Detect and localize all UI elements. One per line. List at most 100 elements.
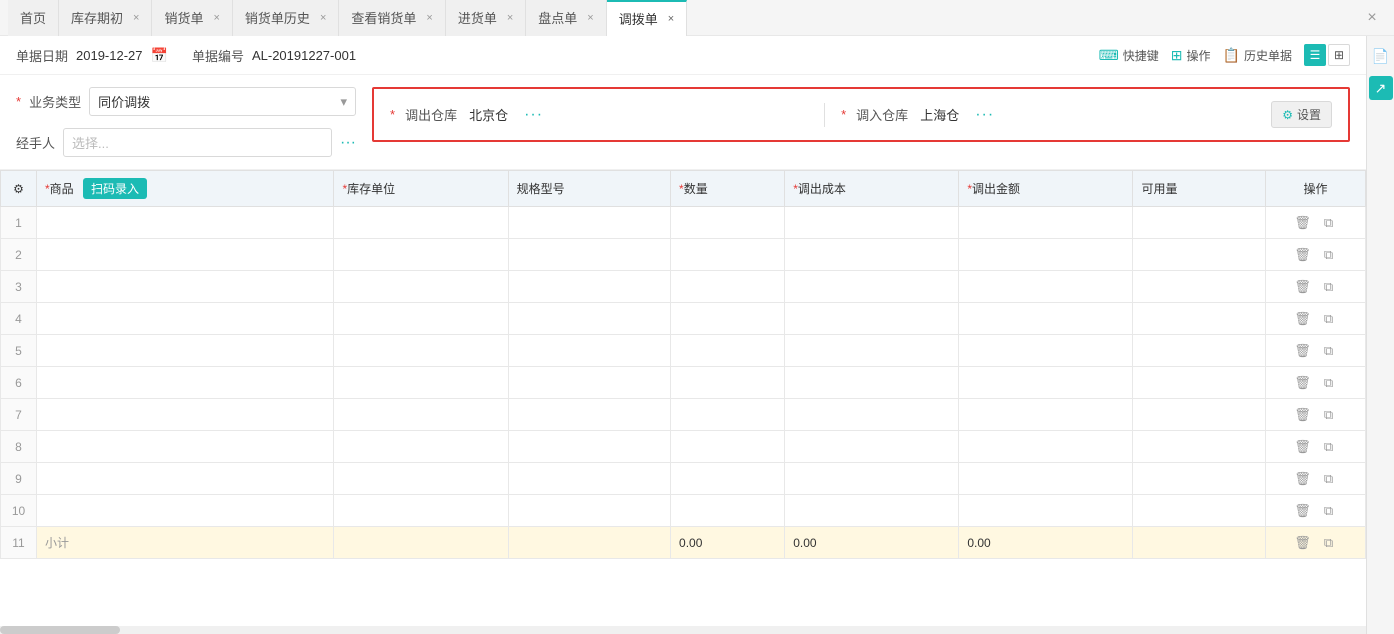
tab-view-sales[interactable]: 查看销货单 × <box>339 0 445 36</box>
row-available-6[interactable] <box>1133 367 1266 399</box>
row-spec-5[interactable] <box>508 335 670 367</box>
out-warehouse-more-icon[interactable]: ··· <box>524 106 543 124</box>
row-qty-3[interactable] <box>671 271 785 303</box>
tab-inventory-init[interactable]: 库存期初 × <box>59 0 152 36</box>
delete-icon-5[interactable]: 🗑 <box>1293 341 1313 361</box>
scroll-bar[interactable] <box>0 626 1366 634</box>
copy-icon-9[interactable]: ⧉ <box>1319 469 1339 489</box>
row-available-9[interactable] <box>1133 463 1266 495</box>
row-product-5[interactable] <box>37 335 334 367</box>
copy-icon-3[interactable]: ⧉ <box>1319 277 1339 297</box>
row-available-5[interactable] <box>1133 335 1266 367</box>
delete-icon-1[interactable]: 🗑 <box>1293 213 1313 233</box>
delete-icon-6[interactable]: 🗑 <box>1293 373 1313 393</box>
row-qty-7[interactable] <box>671 399 785 431</box>
row-qty-1[interactable] <box>671 207 785 239</box>
row-available-3[interactable] <box>1133 271 1266 303</box>
tab-sales-order[interactable]: 销货单 × <box>152 0 232 36</box>
row-product-3[interactable] <box>37 271 334 303</box>
handler-more-icon[interactable]: ··· <box>340 134 356 152</box>
close-tab-purchase[interactable]: × <box>507 12 513 24</box>
row-amount-8[interactable] <box>959 431 1133 463</box>
row-unit-5[interactable] <box>334 335 508 367</box>
delete-icon-2[interactable]: 🗑 <box>1293 245 1313 265</box>
close-tab-inventory-check[interactable]: × <box>587 12 593 24</box>
row-product-9[interactable] <box>37 463 334 495</box>
delete-icon-7[interactable]: 🗑 <box>1293 405 1313 425</box>
row-amount-10[interactable] <box>959 495 1133 527</box>
tab-transfer[interactable]: 调拨单 × <box>607 0 687 36</box>
row-product-1[interactable] <box>37 207 334 239</box>
row-product-10[interactable] <box>37 495 334 527</box>
business-type-select[interactable]: 同价调拨 ▾ <box>89 87 356 116</box>
row-cost-3[interactable] <box>785 271 959 303</box>
close-tab-sales-history[interactable]: × <box>320 12 326 24</box>
layout-list-icon[interactable]: ☰ <box>1304 44 1326 66</box>
copy-icon-4[interactable]: ⧉ <box>1319 309 1339 329</box>
row-qty-4[interactable] <box>671 303 785 335</box>
handler-select[interactable]: 选择... <box>63 128 332 157</box>
row-available-7[interactable] <box>1133 399 1266 431</box>
row-qty-8[interactable] <box>671 431 785 463</box>
row-spec-7[interactable] <box>508 399 670 431</box>
row-product-7[interactable] <box>37 399 334 431</box>
row-spec-6[interactable] <box>508 367 670 399</box>
history-action[interactable]: 📋 历史单据 <box>1223 47 1292 64</box>
row-amount-5[interactable] <box>959 335 1133 367</box>
sidebar-doc-icon[interactable]: 📄 <box>1369 44 1393 68</box>
copy-icon-1[interactable]: ⧉ <box>1319 213 1339 233</box>
copy-icon-5[interactable]: ⧉ <box>1319 341 1339 361</box>
row-product-4[interactable] <box>37 303 334 335</box>
copy-icon-7[interactable]: ⧉ <box>1319 405 1339 425</box>
close-tab-transfer[interactable]: × <box>668 13 674 25</box>
row-spec-9[interactable] <box>508 463 670 495</box>
sidebar-export-icon[interactable]: ↗ <box>1369 76 1393 100</box>
row-cost-8[interactable] <box>785 431 959 463</box>
row-cost-9[interactable] <box>785 463 959 495</box>
copy-icon-2[interactable]: ⧉ <box>1319 245 1339 265</box>
in-warehouse-more-icon[interactable]: ··· <box>975 106 994 124</box>
row-amount-7[interactable] <box>959 399 1133 431</box>
row-unit-9[interactable] <box>334 463 508 495</box>
close-tab-sales-order[interactable]: × <box>213 12 219 24</box>
row-cost-4[interactable] <box>785 303 959 335</box>
row-available-1[interactable] <box>1133 207 1266 239</box>
row-product-2[interactable] <box>37 239 334 271</box>
row-unit-8[interactable] <box>334 431 508 463</box>
copy-icon-6[interactable]: ⧉ <box>1319 373 1339 393</box>
subtotal-delete-icon[interactable]: 🗑 <box>1293 533 1313 553</box>
delete-icon-10[interactable]: 🗑 <box>1293 501 1313 521</box>
close-tab-view-sales[interactable]: × <box>426 12 432 24</box>
row-unit-10[interactable] <box>334 495 508 527</box>
close-all-tabs[interactable]: × <box>1358 4 1386 32</box>
tab-purchase[interactable]: 进货单 × <box>446 0 526 36</box>
row-cost-1[interactable] <box>785 207 959 239</box>
scan-button[interactable]: 扫码录入 <box>83 178 147 199</box>
row-cost-6[interactable] <box>785 367 959 399</box>
row-available-10[interactable] <box>1133 495 1266 527</box>
row-amount-4[interactable] <box>959 303 1133 335</box>
row-spec-10[interactable] <box>508 495 670 527</box>
row-available-8[interactable] <box>1133 431 1266 463</box>
row-unit-4[interactable] <box>334 303 508 335</box>
calendar-icon[interactable]: 📅 <box>151 47 168 64</box>
settings-button[interactable]: ⚙ 设置 <box>1271 101 1332 128</box>
delete-icon-8[interactable]: 🗑 <box>1293 437 1313 457</box>
row-cost-5[interactable] <box>785 335 959 367</box>
row-product-8[interactable] <box>37 431 334 463</box>
row-product-6[interactable] <box>37 367 334 399</box>
tab-home[interactable]: 首页 <box>8 0 59 36</box>
delete-icon-3[interactable]: 🗑 <box>1293 277 1313 297</box>
row-spec-4[interactable] <box>508 303 670 335</box>
subtotal-copy-icon[interactable]: ⧉ <box>1319 533 1339 553</box>
th-settings[interactable]: ⚙ <box>1 171 37 207</box>
row-cost-2[interactable] <box>785 239 959 271</box>
row-unit-3[interactable] <box>334 271 508 303</box>
delete-icon-4[interactable]: 🗑 <box>1293 309 1313 329</box>
row-unit-6[interactable] <box>334 367 508 399</box>
row-available-2[interactable] <box>1133 239 1266 271</box>
shortcut-action[interactable]: ⌨ 快捷键 <box>1099 47 1159 64</box>
row-cost-7[interactable] <box>785 399 959 431</box>
row-qty-2[interactable] <box>671 239 785 271</box>
tab-sales-history[interactable]: 销货单历史 × <box>233 0 339 36</box>
